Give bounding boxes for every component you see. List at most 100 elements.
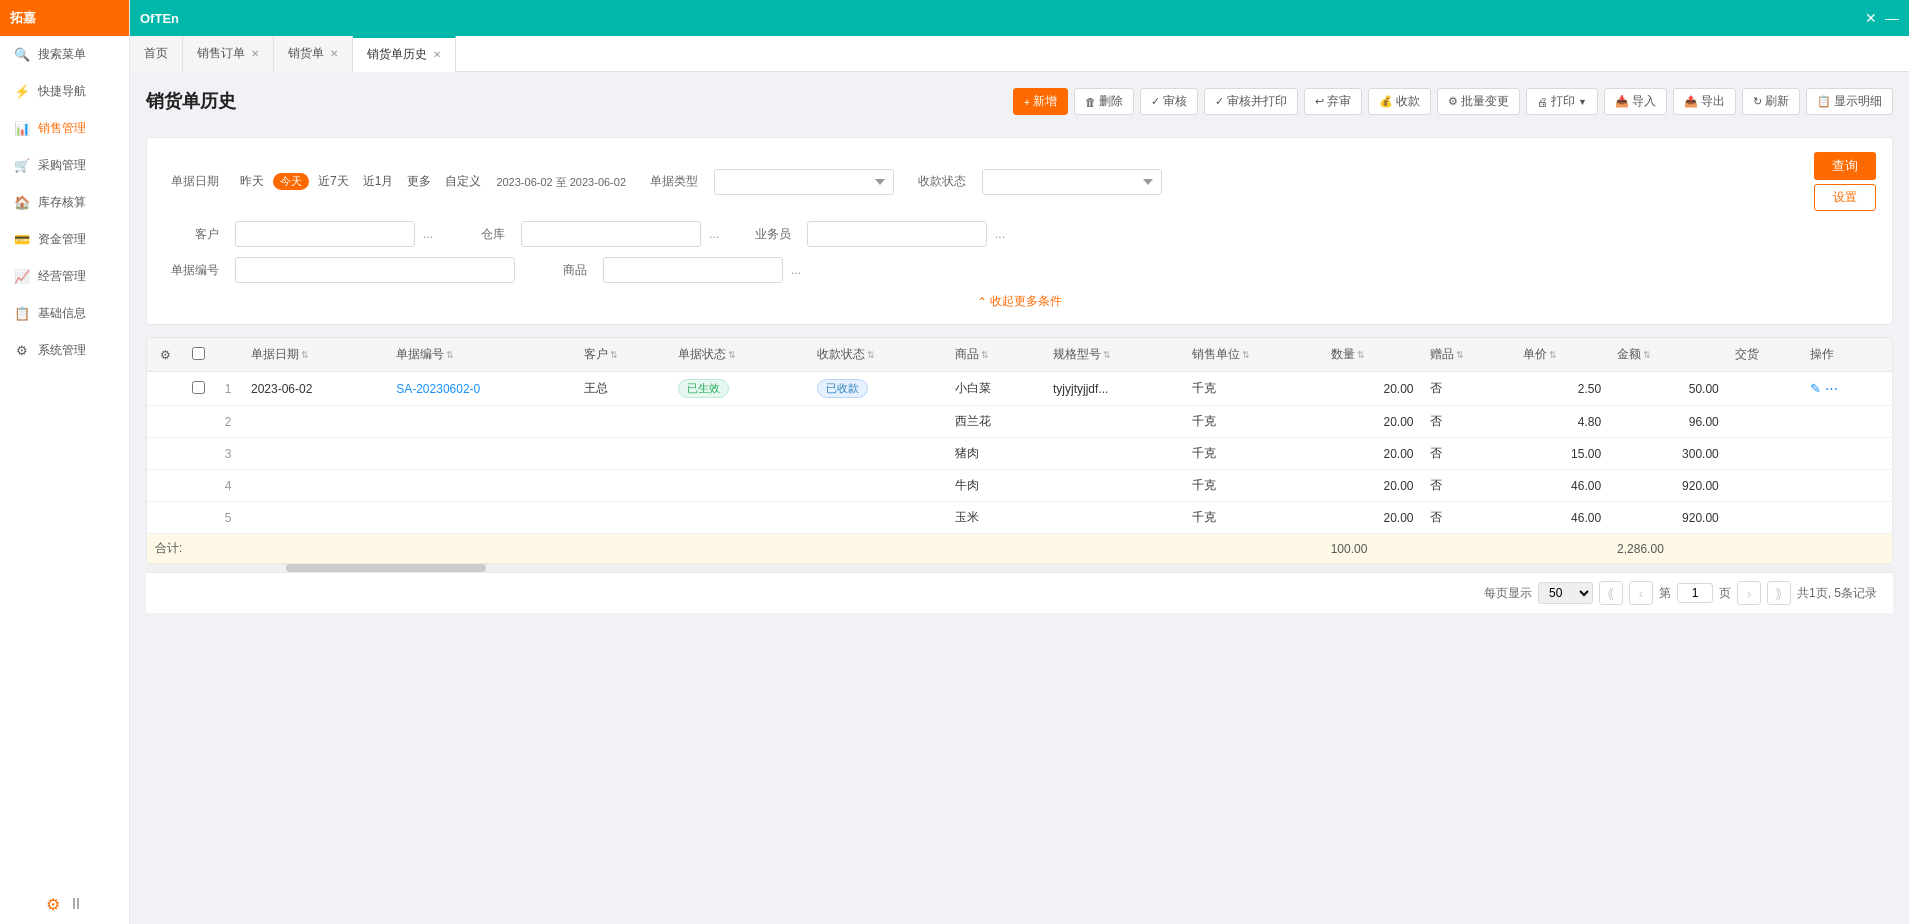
sidebar: 拓嘉 🔍 搜索菜单 ⚡ 快捷导航 📊 销售管理 🛒 采购管理 🏠 库存核算 💳 … [0,0,130,924]
first-page-button[interactable]: ⟪ [1599,581,1623,605]
warehouse-ellipsis[interactable]: ... [709,227,719,241]
column-gear[interactable]: ⚙ [147,338,183,372]
row-spec: tyjyjtyjjdf... [1045,372,1184,406]
sidebar-collapse-icon[interactable]: ⏸ [68,895,84,914]
minimize-icon[interactable]: — [1885,10,1899,26]
delete-button[interactable]: 🗑 删除 [1074,88,1134,115]
doc-status-badge: 已生效 [678,379,729,398]
doc-type-select[interactable] [714,169,894,195]
row-customer [576,406,670,438]
salesperson-input[interactable] [807,221,987,247]
sidebar-item-inventory[interactable]: 🏠 库存核算 [0,184,129,221]
column-sales-unit[interactable]: 销售单位⇅ [1184,338,1323,372]
next-page-button[interactable]: › [1737,581,1761,605]
audit-button[interactable]: ✓ 审核 [1140,88,1198,115]
top-bar: OfTEn ✕ — [130,0,1909,36]
payment-status-select[interactable] [982,169,1162,195]
date-option-1month[interactable]: 近1月 [358,172,399,191]
column-spec[interactable]: 规格型号⇅ [1045,338,1184,372]
collapse-button[interactable]: ⌃ 收起更多条件 [977,293,1062,310]
prev-page-button[interactable]: ‹ [1629,581,1653,605]
tab-sales-order[interactable]: 销售订单 ✕ [183,36,274,72]
select-all-checkbox[interactable] [192,347,205,360]
refresh-button[interactable]: ↻ 刷新 [1742,88,1800,115]
sidebar-item-basic-info[interactable]: 📋 基础信息 [0,295,129,332]
customer-ellipsis[interactable]: ... [423,227,433,241]
column-pay-status[interactable]: 收款状态⇅ [809,338,948,372]
filter-panel: 单据日期 昨天 今天 近7天 近1月 更多 自定义 2023-06-02 至 2… [146,137,1893,325]
doc-no-input[interactable] [235,257,515,283]
close-icon[interactable]: ✕ [1865,10,1877,26]
column-doc-no[interactable]: 单据编号⇅ [388,338,576,372]
goods-ellipsis[interactable]: ... [791,263,801,277]
tab-sales-goods[interactable]: 销货单 ✕ [274,36,353,72]
filter-row-3: 单据编号 商品 ... [163,257,1876,283]
sidebar-settings-icon[interactable]: ⚙ [46,895,60,914]
sidebar-item-search-menu[interactable]: 🔍 搜索菜单 [0,36,129,73]
scrollbar-thumb[interactable] [286,564,486,572]
column-doc-status[interactable]: 单据状态⇅ [670,338,809,372]
tab-sales-history[interactable]: 销货单历史 ✕ [353,36,456,72]
more-action-icon[interactable]: ⋯ [1825,381,1838,396]
column-gift[interactable]: 赠品⇅ [1422,338,1516,372]
payment-status-filter [982,169,1162,195]
warehouse-input[interactable] [521,221,701,247]
batch-change-button[interactable]: ⚙ 批量变更 [1437,88,1520,115]
audit-print-button[interactable]: ✓ 审核并打印 [1204,88,1298,115]
column-customer[interactable]: 客户⇅ [576,338,670,372]
query-button[interactable]: 查询 [1814,152,1876,180]
import-button[interactable]: 📥 导入 [1604,88,1667,115]
row-unit-price: 2.50 [1515,372,1609,406]
page-number-input[interactable] [1677,583,1713,603]
row-gear [147,438,183,470]
collect-button[interactable]: 💰 收款 [1368,88,1431,115]
date-option-today[interactable]: 今天 [273,173,309,190]
column-doc-date[interactable]: 单据日期⇅ [243,338,388,372]
row-qty: 20.00 [1323,470,1422,502]
tab-close-sales-goods[interactable]: ✕ [330,48,338,59]
doc-no-link[interactable]: SA-20230602-0 [396,382,480,396]
search-icon: 🔍 [14,47,30,63]
page-size-select[interactable]: 50 20 100 [1538,582,1593,604]
batch-change-icon: ⚙ [1448,95,1458,108]
show-detail-button[interactable]: 📋 显示明细 [1806,88,1893,115]
page-title: 销货单历史 [146,89,236,113]
export-button[interactable]: 📤 导出 [1673,88,1736,115]
sidebar-item-label: 销售管理 [38,120,86,137]
tab-home[interactable]: 首页 [130,36,183,72]
last-page-button[interactable]: ⟫ [1767,581,1791,605]
customer-input[interactable] [235,221,415,247]
date-option-custom[interactable]: 自定义 [440,172,486,191]
row-index: 3 [213,438,243,470]
settings-button[interactable]: 设置 [1814,184,1876,211]
sidebar-item-sales[interactable]: 📊 销售管理 [0,110,129,147]
import-icon: 📥 [1615,95,1629,108]
row-checkbox-input[interactable] [192,381,205,394]
column-amount[interactable]: 金额⇅ [1609,338,1727,372]
row-customer [576,502,670,534]
column-unit-price[interactable]: 单价⇅ [1515,338,1609,372]
goods-input[interactable] [603,257,783,283]
tab-close-sales-history[interactable]: ✕ [433,49,441,60]
sidebar-item-purchase[interactable]: 🛒 采购管理 [0,147,129,184]
table-row: 5 玉米 千克 20.00 否 46.00 920.00 [147,502,1892,534]
sidebar-item-finance[interactable]: 💳 资金管理 [0,221,129,258]
date-option-7days[interactable]: 近7天 [313,172,354,191]
tab-close-sales-order[interactable]: ✕ [251,48,259,59]
salesperson-ellipsis[interactable]: ... [995,227,1005,241]
row-doc-date: 2023-06-02 [243,372,388,406]
sidebar-item-quick-nav[interactable]: ⚡ 快捷导航 [0,73,129,110]
horizontal-scrollbar[interactable] [146,564,1893,572]
date-option-yesterday[interactable]: 昨天 [235,172,269,191]
sidebar-item-operations[interactable]: 📈 经营管理 [0,258,129,295]
doc-no-filter [235,257,515,283]
column-qty[interactable]: 数量⇅ [1323,338,1422,372]
discard-button[interactable]: ↩ 弃审 [1304,88,1362,115]
sidebar-item-system[interactable]: ⚙ 系统管理 [0,332,129,369]
column-goods[interactable]: 商品⇅ [947,338,1045,372]
add-button[interactable]: + 新增 [1013,88,1068,115]
date-label: 单据日期 [163,173,219,190]
date-option-more[interactable]: 更多 [402,172,436,191]
print-button[interactable]: 🖨 打印 ▼ [1526,88,1598,115]
edit-action-icon[interactable]: ✎ [1810,381,1821,396]
